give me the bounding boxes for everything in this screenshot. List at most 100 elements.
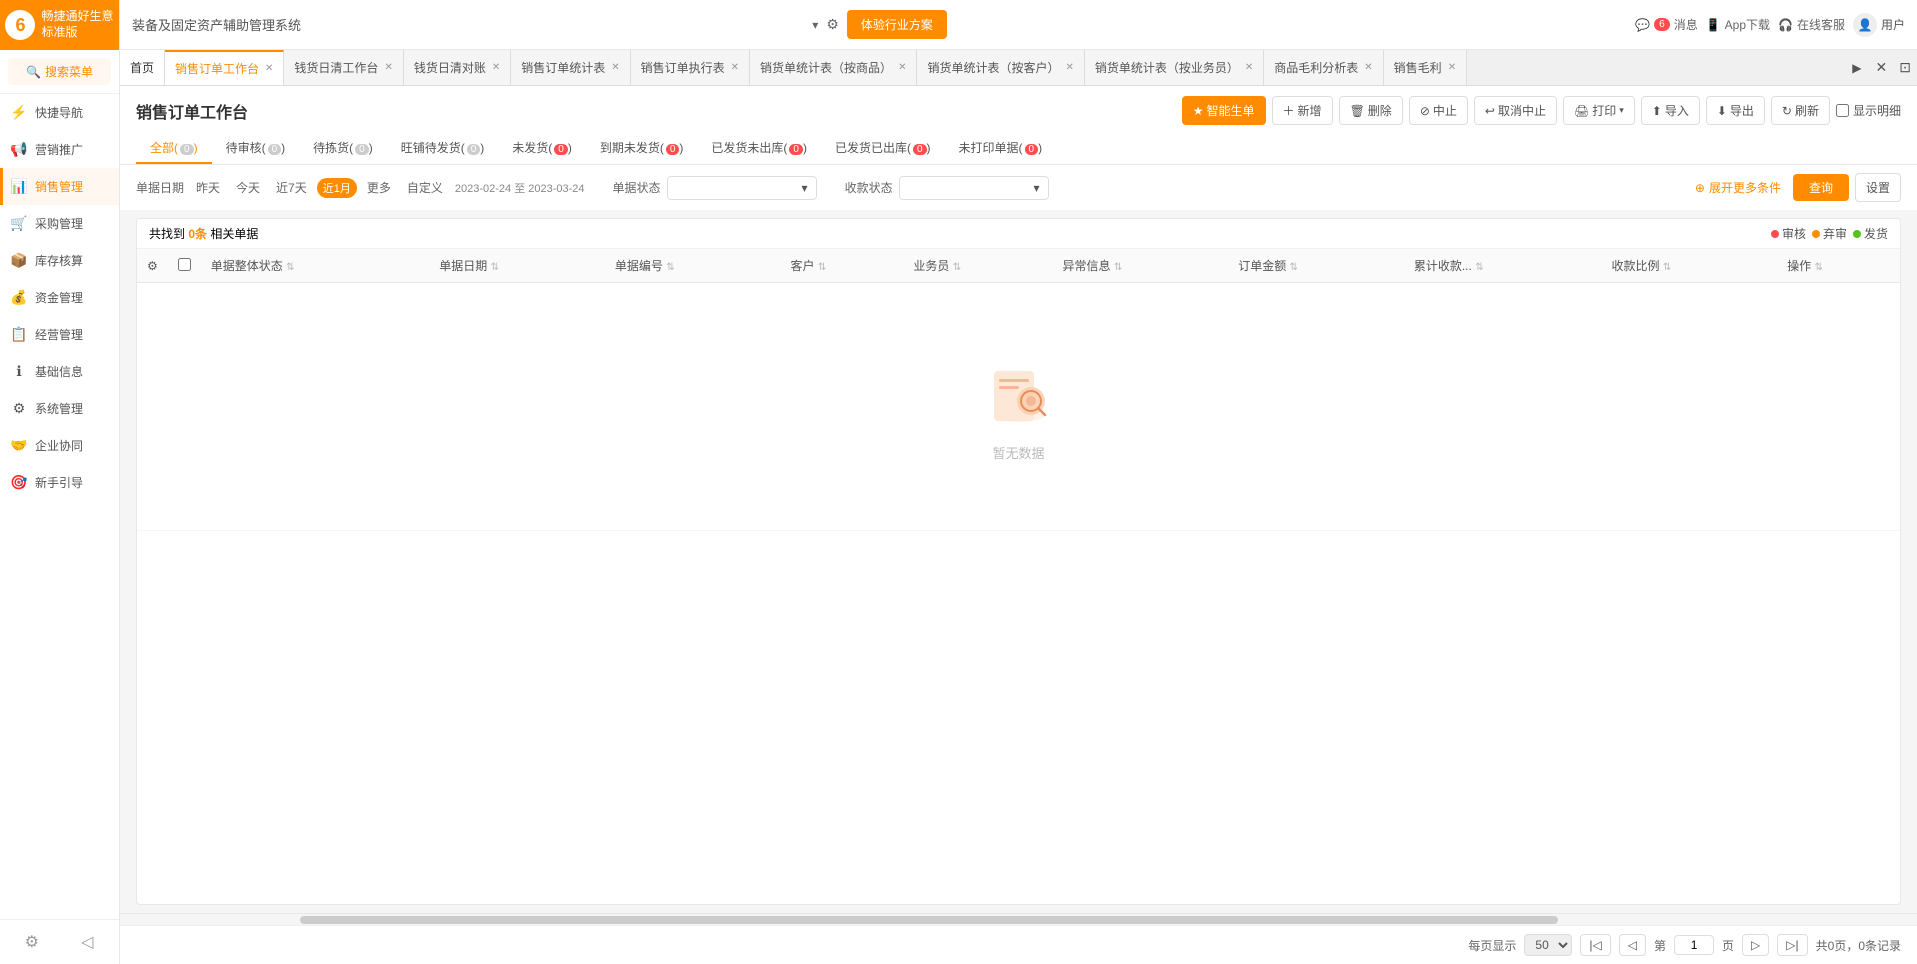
tab-close-icon[interactable]: ✕ <box>1448 62 1456 73</box>
tab-sales-by-customer[interactable]: 销货单统计表（按客户）✕ <box>917 50 1084 86</box>
search-menu-button[interactable]: 🔍 搜索菜单 <box>8 58 111 85</box>
tab-more-button[interactable]: ▶ <box>1844 61 1869 75</box>
solution-button[interactable]: 体验行业方案 <box>847 10 947 39</box>
filter-tab-已发货未出库[interactable]: 已发货未出库(0) <box>697 133 821 164</box>
tab-close-icon[interactable]: ✕ <box>898 62 906 73</box>
tab-money-reconcile[interactable]: 钱货日清对账✕ <box>404 50 511 86</box>
scrollbar-thumb[interactable] <box>300 916 1558 924</box>
page-first-button[interactable]: |◁ <box>1580 934 1610 956</box>
sidebar-item-guide[interactable]: 🎯 新手引导 <box>0 464 119 501</box>
page-number-input[interactable] <box>1674 935 1714 955</box>
show-detail-checkbox[interactable]: 显示明细 <box>1836 102 1901 119</box>
sidebar-item-marketing[interactable]: 📢 营销推广 <box>0 131 119 168</box>
col-收款比例[interactable]: 收款比例 ⇅ <box>1602 249 1778 283</box>
tab-home[interactable]: 首页 <box>120 50 165 86</box>
search-settings-button[interactable]: 设置 <box>1855 173 1901 202</box>
app-download-button[interactable]: 📱 App下载 <box>1706 16 1770 33</box>
sort-icon[interactable]: ⇅ <box>286 262 294 273</box>
date-option-自定义[interactable]: 自定义 <box>401 177 449 198</box>
export-button[interactable]: ⬇ 导出 <box>1706 96 1765 125</box>
sort-icon[interactable]: ⇅ <box>1475 262 1483 273</box>
col-客户[interactable]: 客户 ⇅ <box>781 249 904 283</box>
cancel-stop-button[interactable]: ↩ 取消中止 <box>1474 96 1557 125</box>
col-单据编号[interactable]: 单据编号 ⇅ <box>605 249 781 283</box>
filter-tab-全部[interactable]: 全部(0) <box>136 133 212 164</box>
tab-sales-order[interactable]: 销售订单工作台✕ <box>165 50 284 86</box>
sidebar-item-purchase[interactable]: 🛒 采购管理 <box>0 205 119 242</box>
sidebar-item-finance[interactable]: 💰 资金管理 <box>0 279 119 316</box>
query-button[interactable]: 查询 <box>1793 174 1849 201</box>
add-button[interactable]: ＋ 新增 <box>1272 96 1333 125</box>
sidebar-item-enterprise[interactable]: 🤝 企业协同 <box>0 427 119 464</box>
import-button[interactable]: ⬆ 导入 <box>1641 96 1700 125</box>
ship-action-button[interactable]: 发货 <box>1853 225 1888 242</box>
user-menu[interactable]: 👤 用户 <box>1853 13 1905 37</box>
tab-money-clear[interactable]: 钱货日清工作台✕ <box>284 50 403 86</box>
tab-sales-exec[interactable]: 销售订单执行表✕ <box>631 50 750 86</box>
status-select[interactable]: ▾ <box>667 176 817 200</box>
date-option-昨天[interactable]: 昨天 <box>190 177 226 198</box>
sort-icon[interactable]: ⇅ <box>818 262 826 273</box>
online-service-button[interactable]: 🎧 在线客服 <box>1778 16 1845 33</box>
settings-button[interactable]: ⚙ <box>8 928 56 956</box>
col-settings[interactable]: ⚙ <box>137 249 168 283</box>
sidebar-item-system[interactable]: ⚙ 系统管理 <box>0 390 119 427</box>
col-单据日期[interactable]: 单据日期 ⇅ <box>429 249 605 283</box>
sidebar-item-operations[interactable]: 📋 经营管理 <box>0 316 119 353</box>
collapse-button[interactable]: ◁ <box>64 928 112 956</box>
date-option-近1月[interactable]: 近1月 <box>317 178 357 198</box>
col-业务员[interactable]: 业务员 ⇅ <box>903 249 1052 283</box>
filter-tab-已发货已出库[interactable]: 已发货已出库(0) <box>821 133 945 164</box>
tab-maximize-button[interactable]: ⊡ <box>1893 59 1917 76</box>
filter-tab-未发货[interactable]: 未发货(0) <box>498 133 586 164</box>
page-prev-button[interactable]: ◁ <box>1619 934 1646 956</box>
sort-icon[interactable]: ⇅ <box>953 262 961 273</box>
tab-close-icon[interactable]: ✕ <box>384 62 392 73</box>
settings-icon-button[interactable]: ⚙ <box>826 16 839 33</box>
tab-profit-analysis[interactable]: 商品毛利分析表✕ <box>1264 50 1383 86</box>
date-option-近7天[interactable]: 近7天 <box>270 177 313 198</box>
sort-icon[interactable]: ⇅ <box>1114 262 1122 273</box>
tab-sales-profit[interactable]: 销售毛利✕ <box>1384 50 1467 86</box>
col-checkbox[interactable] <box>168 249 201 283</box>
tab-sales-by-staff[interactable]: 销货单统计表（按业务员）✕ <box>1085 50 1264 86</box>
page-last-button[interactable]: ▷| <box>1777 934 1807 956</box>
col-订单金额[interactable]: 订单金额 ⇅ <box>1228 249 1404 283</box>
approve-action-button[interactable]: 审核 <box>1771 225 1806 242</box>
sort-icon[interactable]: ⇅ <box>1815 262 1823 273</box>
tab-close-icon[interactable]: ✕ <box>492 62 500 73</box>
filter-tab-待拣货[interactable]: 待拣货(0) <box>299 133 387 164</box>
message-button[interactable]: 💬 6 消息 <box>1635 16 1698 33</box>
filter-tab-到期未发货[interactable]: 到期未发货(0) <box>586 133 698 164</box>
tab-close-icon[interactable]: ✕ <box>265 63 273 74</box>
tab-close-all-button[interactable]: ✕ <box>1870 59 1894 76</box>
sort-icon[interactable]: ⇅ <box>1663 262 1671 273</box>
expand-conditions-button[interactable]: ⊕ 展开更多条件 <box>1695 179 1781 196</box>
delete-button[interactable]: 🗑 删除 <box>1339 96 1403 125</box>
tab-sales-stats[interactable]: 销售订单统计表✕ <box>511 50 630 86</box>
smart-generate-button[interactable]: ★ 智能生单 <box>1182 96 1266 125</box>
col-累计收款...[interactable]: 累计收款... ⇅ <box>1404 249 1602 283</box>
sidebar-item-basic-info[interactable]: ℹ 基础信息 <box>0 353 119 390</box>
sidebar-item-sales[interactable]: 📊 销售管理 <box>0 168 119 205</box>
per-page-select[interactable]: 50 <box>1524 934 1572 956</box>
tab-close-icon[interactable]: ✕ <box>1364 62 1372 73</box>
cancel-approve-action-button[interactable]: 弃审 <box>1812 225 1847 242</box>
page-next-button[interactable]: ▷ <box>1742 934 1769 956</box>
col-单据整体状态[interactable]: 单据整体状态 ⇅ <box>201 249 430 283</box>
sort-icon[interactable]: ⇅ <box>1290 262 1298 273</box>
sidebar-search[interactable]: 🔍 搜索菜单 <box>0 50 119 94</box>
sort-icon[interactable]: ⇅ <box>491 262 499 273</box>
col-异常信息[interactable]: 异常信息 ⇅ <box>1053 249 1229 283</box>
tab-close-icon[interactable]: ✕ <box>611 62 619 73</box>
tab-close-icon[interactable]: ✕ <box>1245 62 1253 73</box>
sort-icon[interactable]: ⇅ <box>666 262 674 273</box>
filter-tab-旺铺待发货[interactable]: 旺铺待发货(0) <box>387 133 499 164</box>
dropdown-icon[interactable]: ▾ <box>812 18 818 32</box>
tab-sales-by-product[interactable]: 销货单统计表（按商品）✕ <box>750 50 917 86</box>
filter-tab-未打印单据[interactable]: 未打印单据(0) <box>945 133 1057 164</box>
tab-close-icon[interactable]: ✕ <box>731 62 739 73</box>
refresh-button[interactable]: ↻ 刷新 <box>1771 96 1830 125</box>
sidebar-item-inventory[interactable]: 📦 库存核算 <box>0 242 119 279</box>
tab-close-icon[interactable]: ✕ <box>1065 62 1073 73</box>
